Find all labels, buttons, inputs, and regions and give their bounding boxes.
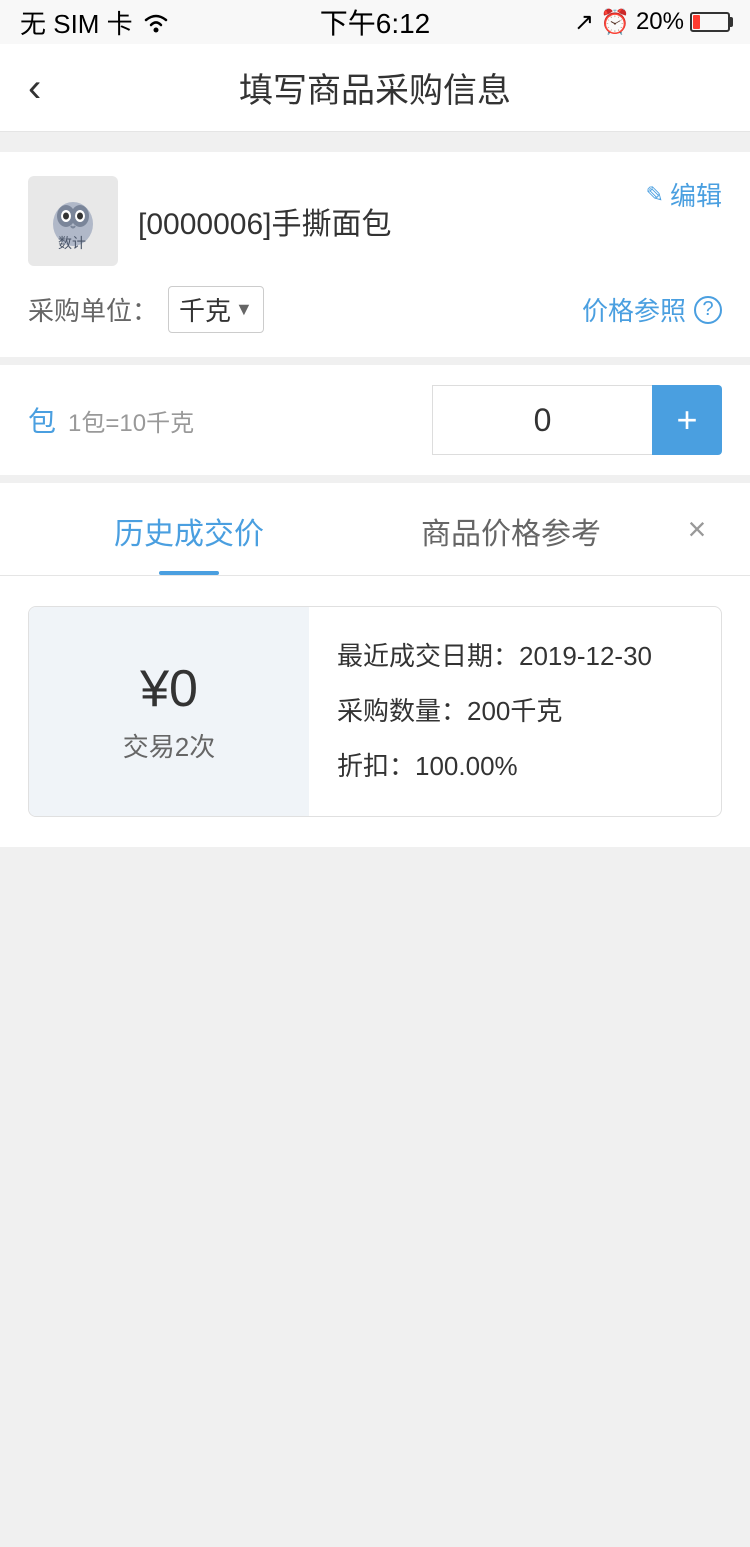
- product-info: 数计 [0000006]手撕面包: [28, 176, 391, 266]
- battery-icon: [690, 12, 730, 32]
- history-price-content: ¥0 交易2次 最近成交日期：2019-12-30 采购数量：200千克 折扣：…: [0, 576, 750, 847]
- chevron-down-icon: ▼: [235, 299, 253, 320]
- price-trade-count: 交易2次: [123, 727, 215, 764]
- tab-header: 历史成交价 商品价格参考 ×: [0, 483, 750, 576]
- status-carrier: 无 SIM 卡: [20, 4, 171, 41]
- tab-section: 历史成交价 商品价格参考 × ¥0 交易2次 最近成交日期：2019-12-30…: [0, 483, 750, 847]
- purchase-qty-row: 采购数量：200千克: [337, 692, 693, 731]
- nav-bar: ‹ 填写商品采购信息: [0, 44, 750, 132]
- price-card-right: 最近成交日期：2019-12-30 采购数量：200千克 折扣：100.00%: [309, 607, 721, 816]
- product-id: [0000006]: [138, 208, 271, 241]
- unit-label-text: 采购单位：: [28, 291, 158, 328]
- recent-date-label: 最近成交日期：: [337, 641, 519, 671]
- quantity-label: 包 1包=10千克: [28, 400, 194, 440]
- quantity-unit-desc: 1包=10千克: [68, 403, 194, 438]
- tab-history-label: 历史成交价: [114, 518, 264, 551]
- status-time: 下午6:12: [320, 2, 431, 42]
- quantity-plus-button[interactable]: +: [652, 385, 722, 455]
- close-button[interactable]: ×: [672, 504, 722, 554]
- product-unit-row: 采购单位： 千克 ▼ 价格参照 ?: [28, 286, 722, 333]
- price-card: ¥0 交易2次 最近成交日期：2019-12-30 采购数量：200千克 折扣：…: [28, 606, 722, 817]
- carrier-text: 无 SIM 卡: [20, 4, 133, 41]
- purchase-qty-label: 采购数量：: [337, 696, 467, 726]
- price-card-left: ¥0 交易2次: [29, 607, 309, 816]
- recent-date-row: 最近成交日期：2019-12-30: [337, 637, 693, 676]
- recent-date-value: 2019-12-30: [519, 641, 652, 671]
- price-amount: ¥0: [140, 659, 198, 719]
- status-bar: 无 SIM 卡 下午6:12 ↗ ⏰ 20%: [0, 0, 750, 44]
- status-right: ↗ ⏰ 20%: [574, 8, 730, 37]
- unit-label: 采购单位： 千克 ▼: [28, 286, 264, 333]
- owl-logo-icon: 数计: [38, 186, 108, 256]
- product-title: 手撕面包: [271, 208, 391, 241]
- discount-value: 100.00%: [415, 751, 518, 781]
- empty-area: [0, 847, 750, 1547]
- svg-text:数计: 数计: [58, 235, 86, 251]
- price-ref-label: 价格参照: [582, 291, 686, 328]
- tab-product-price-reference[interactable]: 商品价格参考: [350, 483, 672, 575]
- back-button[interactable]: ‹: [28, 68, 41, 108]
- quantity-unit-name: 包: [28, 400, 56, 440]
- location-icon: ↗: [574, 8, 594, 37]
- quantity-input-area: 0 +: [432, 385, 722, 455]
- discount-label: 折扣：: [337, 751, 415, 781]
- product-header: 数计 [0000006]手撕面包 ✎ 编辑: [28, 176, 722, 266]
- quantity-row: 包 1包=10千克 0 +: [0, 357, 750, 475]
- edit-button[interactable]: ✎ 编辑: [646, 176, 722, 213]
- unit-select[interactable]: 千克 ▼: [168, 286, 264, 333]
- page-title: 填写商品采购信息: [239, 63, 511, 112]
- purchase-qty-value: 200千克: [467, 696, 562, 726]
- product-thumbnail: 数计: [28, 176, 118, 266]
- alarm-icon: ⏰: [600, 8, 630, 37]
- wifi-icon: [141, 11, 171, 33]
- product-name: [0000006]手撕面包: [138, 199, 391, 243]
- help-icon: ?: [694, 296, 722, 324]
- price-ref-button[interactable]: 价格参照 ?: [582, 291, 722, 328]
- quantity-input[interactable]: 0: [432, 385, 652, 455]
- unit-value: 千克: [179, 291, 231, 328]
- edit-icon: ✎: [646, 182, 664, 208]
- tab-reference-label: 商品价格参考: [421, 518, 601, 551]
- tab-history-price[interactable]: 历史成交价: [28, 483, 350, 575]
- product-card: 数计 [0000006]手撕面包 ✎ 编辑 采购单位： 千克 ▼ 价格参照 ?: [0, 152, 750, 357]
- discount-row: 折扣：100.00%: [337, 747, 693, 786]
- battery-percent: 20%: [636, 8, 684, 36]
- edit-label: 编辑: [670, 176, 722, 213]
